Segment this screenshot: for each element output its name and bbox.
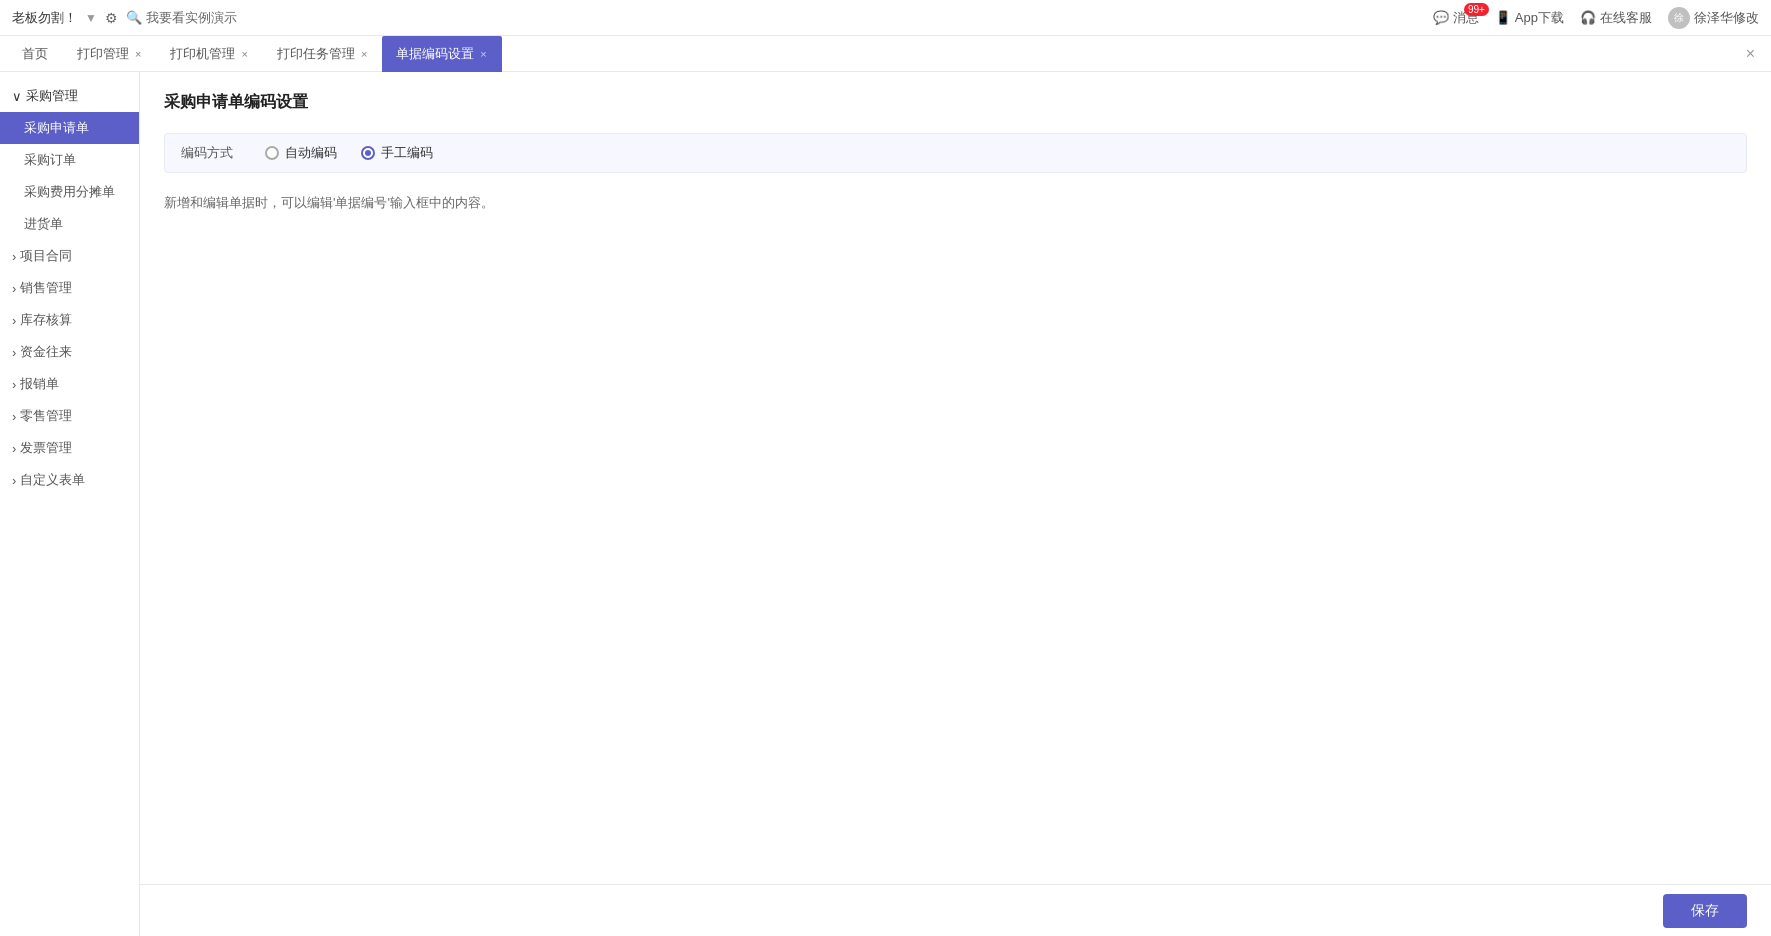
sidebar-item-purchase-order[interactable]: 采购订单 — [0, 144, 139, 176]
chevron-right-icon: › — [12, 473, 16, 488]
tab-print-task-mgmt[interactable]: 打印任务管理 × — [263, 36, 382, 72]
app-download-label: App下载 — [1515, 9, 1564, 27]
user-name: 徐泽华修改 — [1694, 9, 1759, 27]
chevron-right-icon: › — [12, 377, 16, 392]
tab-bar-close-icon[interactable]: × — [1738, 45, 1763, 63]
tab-print-task-mgmt-close-icon[interactable]: × — [361, 48, 367, 60]
tab-home[interactable]: 首页 — [8, 36, 63, 72]
content-area: 采购申请单编码设置 编码方式 自动编码 手工编码 新增和编辑单据时，可以编辑'单… — [140, 72, 1771, 936]
sidebar-group-invoice[interactable]: › 发票管理 — [0, 432, 139, 464]
main-layout: ∨ 采购管理 采购申请单 采购订单 采购费用分摊单 进货单 › 项目合同 › 销… — [0, 72, 1771, 936]
app-download-button[interactable]: 📱 App下载 — [1495, 9, 1564, 27]
sidebar-group-inventory-label: 库存核算 — [20, 311, 72, 329]
chevron-down-icon: ∨ — [12, 89, 22, 104]
online-service-icon: 🎧 — [1580, 10, 1596, 25]
chevron-right-icon: › — [12, 249, 16, 264]
user-profile[interactable]: 徐 徐泽华修改 — [1668, 7, 1759, 29]
radio-manual-code-label: 手工编码 — [381, 144, 433, 162]
search-icon: 🔍 — [126, 10, 142, 25]
sidebar-item-incoming[interactable]: 进货单 — [0, 208, 139, 240]
message-badge: 99+ — [1464, 3, 1489, 16]
tab-print-task-mgmt-label: 打印任务管理 — [277, 45, 355, 63]
sidebar-group-expense-report[interactable]: › 报销单 — [0, 368, 139, 400]
app-download-icon: 📱 — [1495, 10, 1511, 25]
sidebar: ∨ 采购管理 采购申请单 采购订单 采购费用分摊单 进货单 › 项目合同 › 销… — [0, 72, 140, 936]
tab-printer-mgmt-close-icon[interactable]: × — [241, 48, 247, 60]
sidebar-group-custom-form-label: 自定义表单 — [20, 471, 85, 489]
tab-voucher-code-setting-label: 单据编码设置 — [396, 45, 474, 63]
tab-print-mgmt-label: 打印管理 — [77, 45, 129, 63]
sidebar-group-sales-mgmt[interactable]: › 销售管理 — [0, 272, 139, 304]
settings-icon[interactable]: ⚙ — [105, 10, 118, 26]
sidebar-group-funds-label: 资金往来 — [20, 343, 72, 361]
online-service-button[interactable]: 🎧 在线客服 — [1580, 9, 1652, 27]
online-service-label: 在线客服 — [1600, 9, 1652, 27]
brand-label: 老板勿割！ — [12, 9, 77, 27]
search-demo[interactable]: 🔍 我要看实例演示 — [126, 9, 237, 27]
chevron-right-icon: › — [12, 281, 16, 296]
sidebar-group-inventory[interactable]: › 库存核算 — [0, 304, 139, 336]
avatar: 徐 — [1668, 7, 1690, 29]
radio-auto-code-label: 自动编码 — [285, 144, 337, 162]
encoding-method-label: 编码方式 — [181, 144, 233, 162]
radio-auto-code[interactable]: 自动编码 — [265, 144, 337, 162]
tab-print-mgmt-close-icon[interactable]: × — [135, 48, 141, 60]
chevron-right-icon: › — [12, 345, 16, 360]
tab-voucher-code-setting-close-icon[interactable]: × — [480, 48, 486, 60]
radio-manual-code[interactable]: 手工编码 — [361, 144, 433, 162]
sidebar-group-purchase-mgmt[interactable]: ∨ 采购管理 — [0, 80, 139, 112]
encoding-radio-group: 自动编码 手工编码 — [265, 144, 433, 162]
tab-printer-mgmt-label: 打印机管理 — [170, 45, 235, 63]
footer: 保存 — [140, 884, 1771, 936]
sidebar-group-invoice-label: 发票管理 — [20, 439, 72, 457]
top-bar-right: 💬 消息 99+ 📱 App下载 🎧 在线客服 徐 徐泽华修改 — [1433, 7, 1759, 29]
tab-voucher-code-setting[interactable]: 单据编码设置 × — [382, 36, 501, 72]
content-inner: 采购申请单编码设置 编码方式 自动编码 手工编码 新增和编辑单据时，可以编辑'单… — [140, 72, 1771, 884]
top-bar-left: 老板勿割！ ▼ ⚙ 🔍 我要看实例演示 — [12, 9, 237, 27]
chevron-right-icon: › — [12, 409, 16, 424]
sidebar-item-incoming-label: 进货单 — [24, 216, 63, 231]
top-bar: 老板勿割！ ▼ ⚙ 🔍 我要看实例演示 💬 消息 99+ 📱 App下载 🎧 在… — [0, 0, 1771, 36]
sidebar-group-project-contract[interactable]: › 项目合同 — [0, 240, 139, 272]
sidebar-group-project-contract-label: 项目合同 — [20, 247, 72, 265]
message-button[interactable]: 💬 消息 99+ — [1433, 9, 1479, 27]
sidebar-group-sales-mgmt-label: 销售管理 — [20, 279, 72, 297]
hint-text: 新增和编辑单据时，可以编辑'单据编号'输入框中的内容。 — [164, 193, 1747, 214]
tab-printer-mgmt[interactable]: 打印机管理 × — [156, 36, 262, 72]
chevron-right-icon: › — [12, 313, 16, 328]
sidebar-item-purchase-order-label: 采购订单 — [24, 152, 76, 167]
brand-chevron-icon[interactable]: ▼ — [85, 11, 97, 25]
tab-print-mgmt[interactable]: 打印管理 × — [63, 36, 156, 72]
sidebar-group-purchase-mgmt-label: 采购管理 — [26, 87, 78, 105]
sidebar-item-purchase-request[interactable]: 采购申请单 — [0, 112, 139, 144]
encoding-row: 编码方式 自动编码 手工编码 — [164, 133, 1747, 173]
sidebar-group-custom-form[interactable]: › 自定义表单 — [0, 464, 139, 496]
sidebar-group-retail-label: 零售管理 — [20, 407, 72, 425]
radio-manual-code-circle[interactable] — [361, 146, 375, 160]
message-icon: 💬 — [1433, 10, 1449, 25]
sidebar-item-purchase-expense-label: 采购费用分摊单 — [24, 184, 115, 199]
search-demo-text: 我要看实例演示 — [146, 9, 237, 27]
page-title: 采购申请单编码设置 — [164, 92, 1747, 113]
chevron-right-icon: › — [12, 441, 16, 456]
sidebar-group-funds[interactable]: › 资金往来 — [0, 336, 139, 368]
sidebar-item-purchase-request-label: 采购申请单 — [24, 120, 89, 135]
save-button[interactable]: 保存 — [1663, 894, 1747, 928]
tab-home-label: 首页 — [22, 45, 48, 63]
sidebar-item-purchase-expense[interactable]: 采购费用分摊单 — [0, 176, 139, 208]
sidebar-group-retail[interactable]: › 零售管理 — [0, 400, 139, 432]
radio-auto-code-circle[interactable] — [265, 146, 279, 160]
sidebar-group-expense-report-label: 报销单 — [20, 375, 59, 393]
tab-bar: 首页 打印管理 × 打印机管理 × 打印任务管理 × 单据编码设置 × × — [0, 36, 1771, 72]
